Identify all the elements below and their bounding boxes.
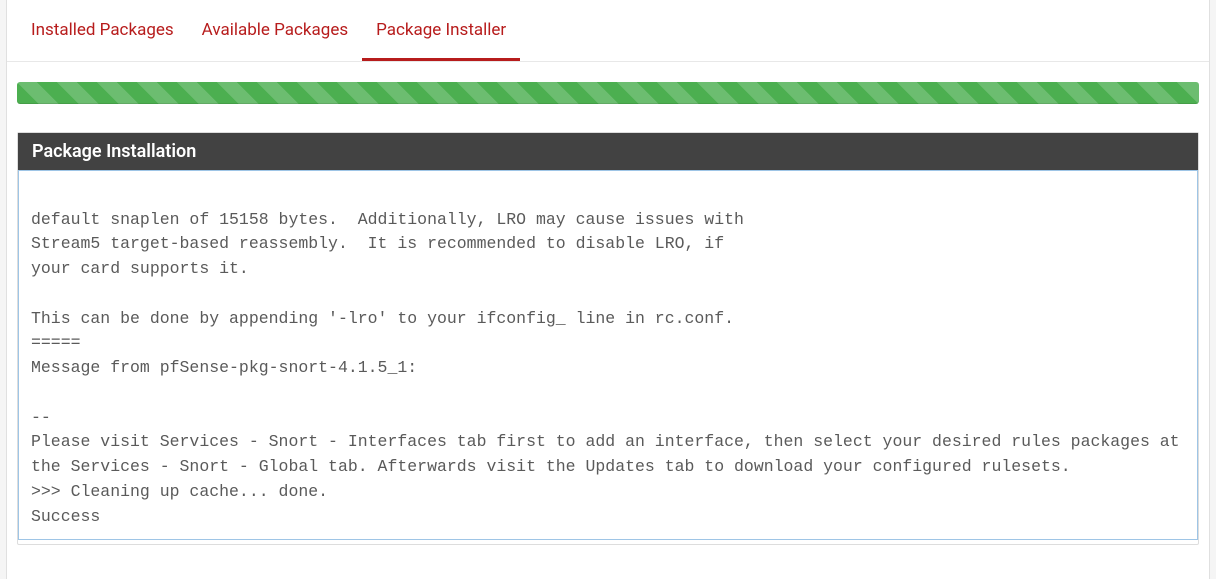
- panel-body: [18, 170, 1198, 544]
- panel-title: Package Installation: [18, 133, 1198, 170]
- install-log-textarea[interactable]: [18, 170, 1198, 540]
- tab-package-installer[interactable]: Package Installer: [362, 0, 520, 61]
- package-installation-panel: Package Installation: [17, 132, 1199, 545]
- tabs-bar: Installed Packages Available Packages Pa…: [7, 0, 1209, 62]
- tab-installed-packages[interactable]: Installed Packages: [17, 0, 188, 61]
- install-progress-bar: [17, 82, 1199, 104]
- content-area: Package Installation: [7, 62, 1209, 565]
- page-container: Installed Packages Available Packages Pa…: [6, 0, 1210, 579]
- tab-available-packages[interactable]: Available Packages: [188, 0, 362, 61]
